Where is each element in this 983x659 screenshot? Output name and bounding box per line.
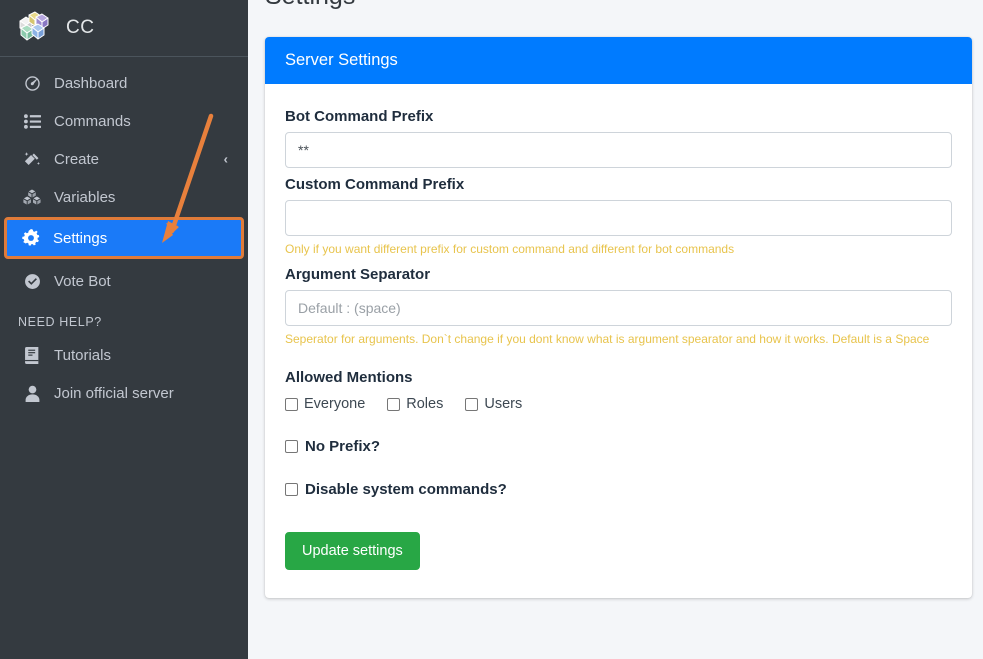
book-icon [20, 345, 44, 365]
disable-system-commands-label: Disable system commands? [305, 481, 507, 499]
disable-system-commands-row[interactable]: Disable system commands? [285, 481, 952, 498]
roles-label: Roles [406, 396, 444, 413]
custom-command-prefix-label: Custom Command Prefix [285, 176, 465, 193]
chevron-left-icon[interactable]: ‹ [224, 152, 228, 167]
sidebar-section-need-help: NEED HELP? [18, 315, 102, 329]
roles-checkbox[interactable] [387, 397, 401, 411]
bot-command-prefix-input[interactable] [285, 132, 952, 168]
sidebar-item-label: Commands [54, 112, 131, 130]
everyone-checkbox[interactable] [285, 397, 298, 411]
sidebar-item-join-official-server[interactable]: Join official server [8, 375, 240, 411]
magic-wand-icon [20, 149, 44, 169]
colored-cubes-logo-icon [16, 11, 52, 45]
sidebar-item-label: Join official server [54, 384, 174, 402]
sidebar-item-label: Settings [53, 229, 108, 247]
allowed-mention-users[interactable]: Users [465, 396, 522, 412]
update-settings-button[interactable]: Update settings [285, 532, 420, 571]
everyone-label: Everyone [304, 396, 366, 413]
cubes-icon [20, 187, 44, 207]
sidebar-nav: Dashboard Commands Create ‹ Variables Se… [0, 57, 248, 411]
check-circle-icon [20, 271, 44, 291]
card-body: Bot Command Prefix Custom Command Prefix… [265, 84, 972, 571]
sidebar-item-dashboard[interactable]: Dashboard [8, 65, 240, 101]
sidebar-item-label: Variables [54, 188, 116, 206]
card-header: Server Settings [265, 37, 972, 84]
custom-command-prefix-help: Only if you want different prefix for cu… [285, 242, 735, 256]
user-icon [20, 383, 44, 403]
argument-separator-label: Argument Separator [285, 265, 431, 283]
disable-system-commands-checkbox[interactable] [285, 483, 298, 497]
sidebar-item-create[interactable]: Create ‹ [8, 141, 240, 177]
sidebar-item-tutorials[interactable]: Tutorials [8, 337, 240, 373]
dashboard-icon [20, 73, 44, 93]
list-icon [20, 111, 44, 131]
argument-separator-help: Seperator for arguments. Don`t change if… [285, 331, 930, 346]
sidebar-item-vote-bot[interactable]: Vote Bot [8, 263, 240, 299]
custom-command-prefix-input[interactable] [285, 200, 952, 236]
sidebar-item-label: Vote Bot [54, 272, 111, 290]
users-checkbox[interactable] [465, 397, 479, 411]
gear-icon [19, 228, 43, 248]
argument-separator-input[interactable] [285, 289, 952, 326]
sidebar-item-label: Dashboard [54, 74, 128, 92]
sidebar-item-label: Create [54, 150, 100, 168]
sidebar-item-variables[interactable]: Variables [8, 179, 240, 215]
sidebar: CC Dashboard Commands Create ‹ Variables… [0, 0, 248, 659]
brand-name: CC [66, 17, 95, 38]
brand-header[interactable]: CC [0, 0, 248, 57]
server-settings-card: Server Settings Bot Command Prefix Custo… [265, 37, 972, 599]
sidebar-item-settings[interactable]: Settings [4, 217, 244, 259]
card-header-title: Server Settings [285, 51, 398, 69]
allowed-mention-everyone[interactable]: Everyone [285, 396, 365, 412]
allowed-mention-roles[interactable]: Roles [387, 396, 443, 412]
allowed-mentions-group: Everyone Roles Users [285, 396, 952, 412]
no-prefix-label: No Prefix? [305, 438, 381, 456]
users-label: Users [484, 396, 523, 413]
no-prefix-checkbox[interactable] [285, 440, 298, 454]
bot-command-prefix-label: Bot Command Prefix [285, 108, 434, 125]
sidebar-item-label: Tutorials [54, 346, 111, 364]
app-window: CC Dashboard Commands Create ‹ Variables… [0, 0, 983, 659]
no-prefix-row[interactable]: No Prefix? [285, 438, 952, 455]
allowed-mentions-label: Allowed Mentions [285, 369, 413, 387]
main-content: Settings Server Settings Bot Command Pre… [248, 0, 983, 659]
sidebar-item-commands[interactable]: Commands [8, 103, 240, 139]
page-title: Settings [265, 0, 355, 11]
